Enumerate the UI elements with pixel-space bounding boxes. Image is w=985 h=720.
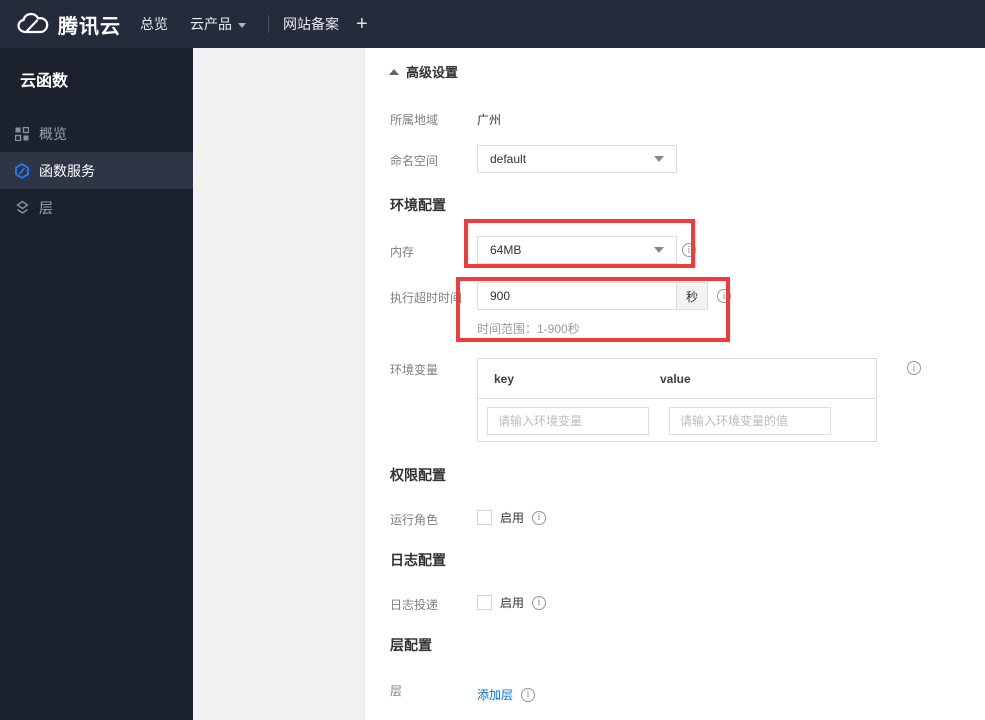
- memory-label: 内存: [390, 245, 415, 259]
- log-delivery-label: 日志投递: [390, 598, 439, 612]
- secondary-panel: [193, 48, 365, 720]
- namespace-label: 命名空间: [390, 154, 439, 168]
- env-vars-table: key value: [477, 358, 877, 442]
- memory-select[interactable]: 64MB: [477, 236, 677, 264]
- run-role-checkbox[interactable]: [477, 510, 492, 525]
- env-vars-label: 环境变量: [390, 363, 439, 377]
- sidebar-item-layers[interactable]: 层: [0, 189, 193, 226]
- sidebar-product-title: 云函数: [20, 73, 69, 90]
- log-delivery-enable-label: 启用: [500, 596, 525, 610]
- collapse-arrow-icon: [389, 68, 399, 75]
- top-navigation-bar: 腾讯云 总览 云产品 网站备案 +: [0, 0, 985, 48]
- region-label: 所属地域: [390, 113, 439, 127]
- layer-label: 层: [390, 684, 403, 698]
- topnav-add-button[interactable]: +: [356, 0, 368, 48]
- timeout-label: 执行超时时间: [390, 291, 463, 305]
- namespace-selected-value: default: [490, 152, 527, 166]
- layers-icon: [14, 200, 30, 216]
- tencent-cloud-logo[interactable]: 腾讯云: [16, 0, 121, 48]
- topnav-cloud-products-label: 云产品: [190, 16, 232, 32]
- chevron-down-icon: [654, 247, 664, 253]
- add-layer-link[interactable]: 添加层: [477, 686, 513, 703]
- sidebar-item-function-service[interactable]: 函数服务: [0, 152, 193, 189]
- memory-info-icon[interactable]: i: [682, 243, 696, 257]
- sidebar-item-overview[interactable]: 概览: [0, 115, 193, 152]
- sidebar-menu: 概览 函数服务 层: [0, 115, 193, 226]
- topnav-divider: [268, 15, 269, 33]
- section-environment-config: 环境配置: [390, 197, 446, 213]
- timeout-range-hint: 时间范围：1-900秒: [477, 322, 580, 336]
- sidebar: 云函数 概览 函数服务 层: [0, 48, 193, 720]
- env-vars-info-icon[interactable]: i: [907, 361, 921, 375]
- namespace-select[interactable]: default: [477, 145, 677, 173]
- log-delivery-checkbox[interactable]: [477, 595, 492, 610]
- section-log-config: 日志配置: [390, 552, 446, 568]
- sidebar-item-label: 函数服务: [39, 162, 95, 179]
- layer-add-row: 添加层 i: [477, 686, 536, 703]
- topnav-icp-filing[interactable]: 网站备案: [283, 0, 339, 48]
- env-key-input[interactable]: [487, 406, 649, 435]
- sidebar-item-label: 概览: [39, 125, 67, 142]
- timeout-info-icon[interactable]: i: [717, 289, 731, 303]
- section-layer-config: 层配置: [390, 637, 432, 653]
- topnav-cloud-products[interactable]: 云产品: [190, 0, 246, 48]
- advanced-settings-label: 高级设置: [406, 65, 459, 80]
- sidebar-item-label: 层: [39, 199, 53, 216]
- env-vars-header-row: key value: [478, 359, 876, 399]
- function-config-form: 高级设置 所属地域 广州 命名空间 default 环境配置 内存 64MB i…: [365, 48, 985, 720]
- log-delivery-info-icon[interactable]: i: [532, 595, 547, 610]
- run-role-label: 运行角色: [390, 513, 439, 527]
- advanced-settings-toggle[interactable]: 高级设置: [389, 62, 458, 81]
- run-role-info-icon[interactable]: i: [532, 510, 547, 525]
- env-vars-input-row: [478, 399, 876, 442]
- grid-icon: [14, 126, 30, 142]
- env-value-header: value: [660, 371, 691, 386]
- region-value: 广州: [477, 113, 502, 127]
- scf-hexagon-icon: [14, 162, 30, 179]
- memory-selected-value: 64MB: [490, 243, 522, 257]
- chevron-down-icon: [238, 22, 246, 28]
- timeout-input[interactable]: [478, 283, 676, 309]
- env-key-header: key: [494, 371, 515, 386]
- run-role-enable-row: 启用 i: [477, 509, 547, 526]
- timeout-input-group: 秒: [477, 282, 708, 310]
- log-delivery-enable-row: 启用 i: [477, 594, 547, 611]
- section-permission-config: 权限配置: [390, 467, 446, 483]
- timeout-unit: 秒: [676, 283, 707, 309]
- brand-name: 腾讯云: [58, 15, 121, 38]
- chevron-down-icon: [654, 156, 664, 162]
- cloud-logo-icon: [16, 11, 50, 38]
- env-value-input[interactable]: [669, 406, 831, 435]
- run-role-enable-label: 启用: [500, 511, 525, 525]
- layer-info-icon[interactable]: i: [521, 687, 536, 702]
- topnav-overview[interactable]: 总览: [140, 0, 168, 48]
